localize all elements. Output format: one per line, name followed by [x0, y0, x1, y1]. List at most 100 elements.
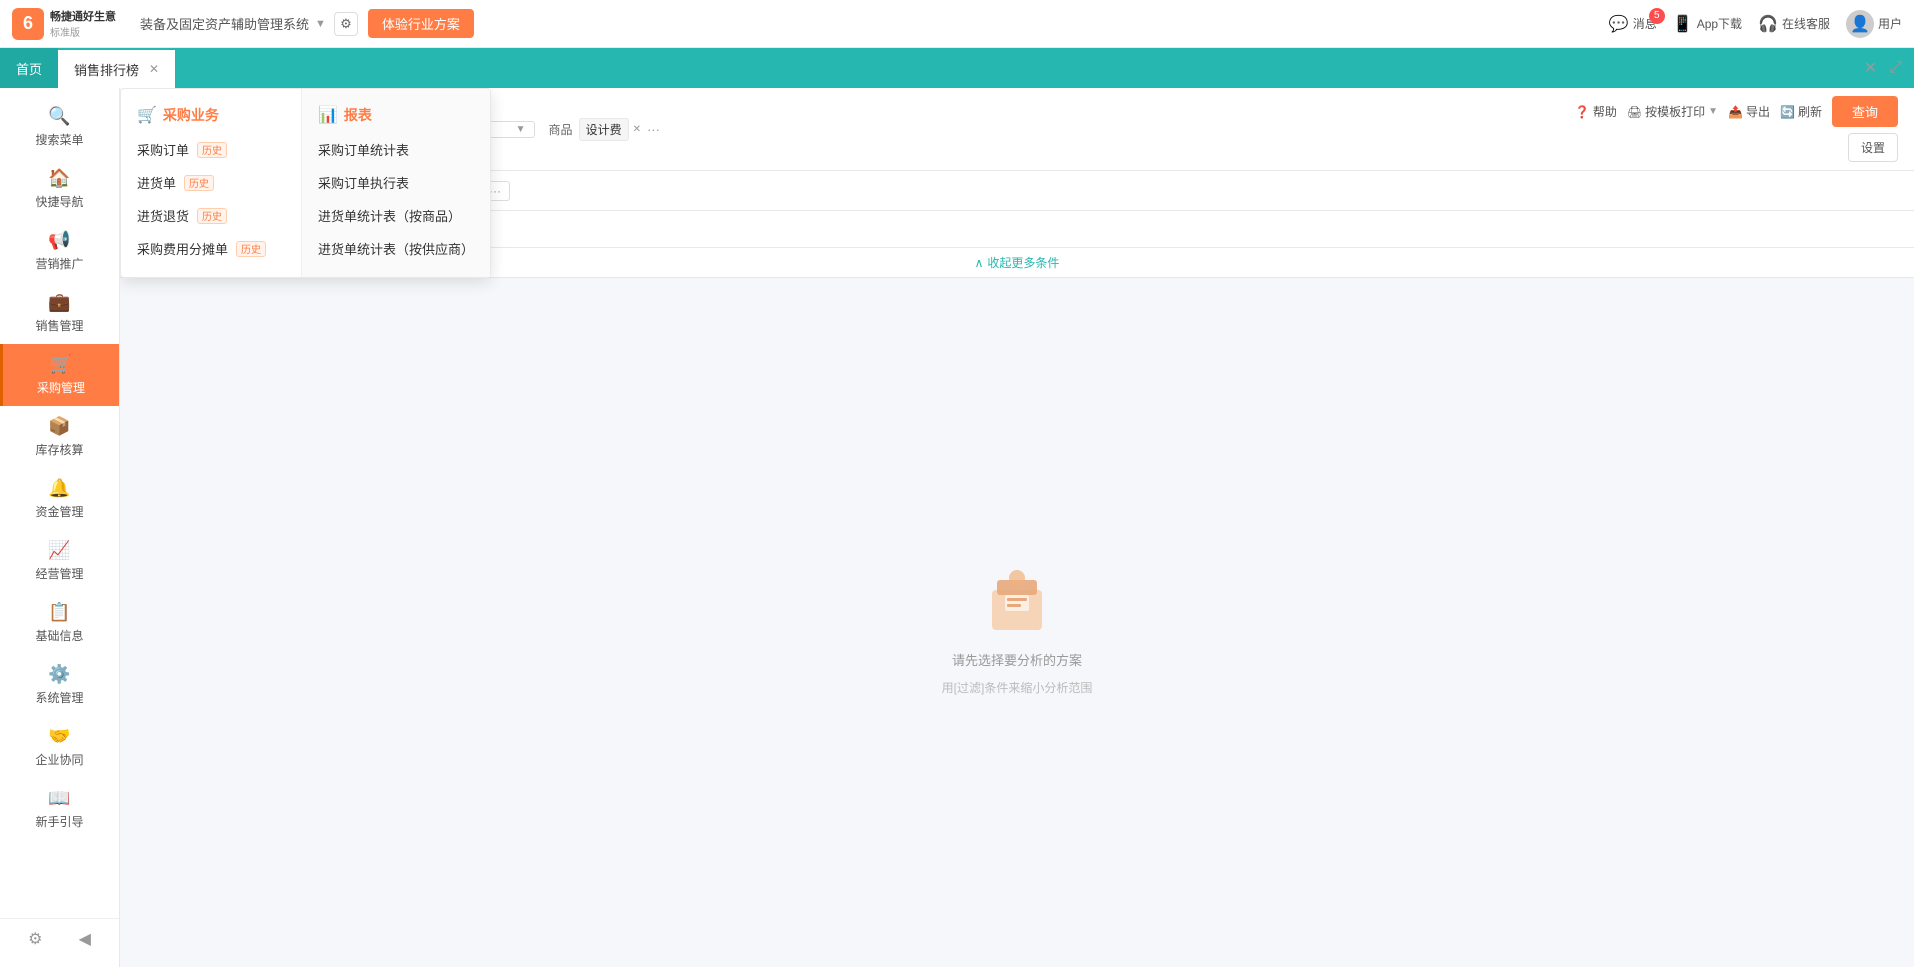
basic-icon: 📋: [48, 602, 70, 623]
close-window-button[interactable]: ✕: [1860, 58, 1881, 78]
status-dropdown-icon: ▼: [516, 124, 526, 135]
app-download-button[interactable]: 📱 App下载: [1673, 14, 1742, 34]
tab-home[interactable]: 首页: [0, 48, 58, 88]
logo-icon: 6: [12, 8, 44, 40]
help-icon: ❓: [1575, 105, 1590, 119]
system-title: 装备及固定资产辅助管理系统 ▼: [140, 14, 326, 33]
history-badge-1: 历史: [184, 175, 214, 191]
export-icon: 📤: [1728, 105, 1743, 119]
top-header: 6 畅捷通好生意 标准版 装备及固定资产辅助管理系统 ▼ ⚙ 体验行业方案 💬 …: [0, 0, 1914, 48]
tab-bar: 首页 销售排行榜 ✕ ✕ ⤢: [0, 48, 1914, 88]
sales-icon: 💼: [48, 292, 70, 313]
user-menu-button[interactable]: 👤 用户: [1846, 10, 1902, 38]
empty-illustration: [967, 560, 1067, 640]
sidebar-bottom: ⚙ ◀: [0, 918, 119, 959]
empty-hint1: 请先选择要分析的方案: [952, 650, 1082, 669]
phone-icon: 📱: [1673, 14, 1693, 34]
inventory-icon: 📦: [48, 416, 70, 437]
history-badge-2: 历史: [197, 208, 227, 224]
tab-close-icon[interactable]: ✕: [149, 62, 159, 76]
settings-gear-button[interactable]: ⚙: [334, 12, 358, 36]
sidebar-item-sales[interactable]: 💼 销售管理: [0, 282, 119, 344]
system-title-text: 装备及固定资产辅助管理系统: [140, 14, 309, 33]
header-right: 💬 消息 5 📱 App下载 🎧 在线客服 👤 用户: [1609, 10, 1902, 38]
system-icon: ⚙️: [48, 664, 70, 685]
industry-solution-button[interactable]: 体验行业方案: [368, 9, 474, 38]
sidebar-item-quick-nav[interactable]: 🏠 快捷导航: [0, 158, 119, 220]
history-badge-3: 历史: [236, 241, 266, 257]
avatar: 👤: [1846, 10, 1874, 38]
collapse-label: 收起更多条件: [987, 254, 1059, 271]
empty-hint2: 用[过滤]条件来缩小分析范围: [942, 679, 1093, 696]
online-service-button[interactable]: 🎧 在线客服: [1758, 14, 1830, 34]
query-button[interactable]: 查询: [1832, 96, 1898, 127]
export-button[interactable]: 📤 导出: [1728, 103, 1770, 120]
enterprise-icon: 🤝: [48, 726, 70, 747]
goods-filter-area: 设计费 ✕: [579, 118, 641, 141]
logo-area: 6 畅捷通好生意 标准版: [12, 8, 132, 40]
goods-tag-close[interactable]: ✕: [633, 124, 641, 135]
search-icon: 🔍: [48, 106, 70, 127]
maximize-window-button[interactable]: ⤢: [1885, 59, 1906, 77]
dropdown-purchase-menu: 🛒 采购业务 采购订单 历史 进货单 历史 进货退货 历史 采购费用分摊单: [120, 88, 491, 278]
goods-tag: 设计费: [579, 118, 629, 141]
sidebar-item-search[interactable]: 🔍 搜索菜单: [0, 96, 119, 158]
goods-label: 商品: [549, 121, 573, 138]
dropdown-item-goods-receipt[interactable]: 进货单 历史: [121, 166, 301, 199]
refresh-button[interactable]: 🔄 刷新: [1780, 103, 1822, 120]
tab-sales-rank[interactable]: 销售排行榜 ✕: [58, 48, 175, 88]
help-button[interactable]: ❓ 帮助: [1575, 103, 1617, 120]
message-button[interactable]: 💬 消息 5: [1609, 14, 1657, 34]
dropdown-item-purchase-order[interactable]: 采购订单 历史: [121, 133, 301, 166]
history-badge-0: 历史: [197, 142, 227, 158]
sidebar-item-enterprise[interactable]: 🤝 企业协同: [0, 716, 119, 778]
dropdown-item-receipt-by-supplier[interactable]: 进货单统计表（按供应商）: [302, 232, 490, 265]
purchase-menu-icon: 🛒: [137, 105, 157, 125]
operations-icon: 📈: [48, 540, 70, 561]
guide-icon: 📖: [48, 788, 70, 809]
sidebar-item-system[interactable]: ⚙️ 系统管理: [0, 654, 119, 716]
sidebar-settings-button[interactable]: ⚙: [28, 929, 42, 949]
empty-state: 请先选择要分析的方案 用[过滤]条件来缩小分析范围: [120, 278, 1914, 967]
refresh-icon: 🔄: [1780, 105, 1795, 119]
logo-text: 畅捷通好生意 标准版: [50, 8, 116, 39]
content-area: 🛒 采购业务 采购订单 历史 进货单 历史 进货退货 历史 采购费用分摊单: [120, 88, 1914, 967]
collapse-icon: ∧: [975, 256, 984, 270]
finance-icon: 🔔: [48, 478, 70, 499]
dropdown-report: 📊 报表 采购订单统计表 采购订单执行表 进货单统计表（按商品） 进货单统计表（…: [301, 89, 490, 277]
report-menu-icon: 📊: [318, 105, 338, 125]
dropdown-purchase-business: 🛒 采购业务 采购订单 历史 进货单 历史 进货退货 历史 采购费用分摊单: [121, 89, 301, 277]
message-badge: 5: [1649, 8, 1665, 24]
sidebar-item-guide[interactable]: 📖 新手引导: [0, 778, 119, 840]
sidebar: 🔍 搜索菜单 🏠 快捷导航 📢 营销推广 💼 销售管理 🛒 采购管理 📦 库存核…: [0, 88, 120, 967]
sidebar-item-finance[interactable]: 🔔 资金管理: [0, 468, 119, 530]
sidebar-item-purchase[interactable]: 🛒 采购管理: [0, 344, 119, 406]
sidebar-item-marketing[interactable]: 📢 营销推广: [0, 220, 119, 282]
home-icon: 🏠: [48, 168, 70, 189]
main-layout: 🔍 搜索菜单 🏠 快捷导航 📢 营销推广 💼 销售管理 🛒 采购管理 📦 库存核…: [0, 88, 1914, 967]
message-icon: 💬: [1609, 14, 1629, 34]
window-controls: ✕ ⤢: [1860, 58, 1914, 78]
sidebar-item-basic[interactable]: 📋 基础信息: [0, 592, 119, 654]
print-button[interactable]: 🖨 按模板打印 ▼: [1627, 103, 1718, 120]
dropdown-item-receipt-by-goods[interactable]: 进货单统计表（按商品）: [302, 199, 490, 232]
dropdown-purchase-header: 🛒 采购业务: [121, 101, 301, 133]
print-icon: 🖨: [1627, 105, 1642, 119]
dropdown-item-goods-return[interactable]: 进货退货 历史: [121, 199, 301, 232]
dropdown-report-header: 📊 报表: [302, 101, 490, 133]
print-dropdown-icon: ▼: [1708, 106, 1718, 117]
sidebar-item-operations[interactable]: 📈 经营管理: [0, 530, 119, 592]
setting-button[interactable]: 设置: [1848, 133, 1898, 162]
marketing-icon: 📢: [48, 230, 70, 251]
dropdown-item-purchase-expense[interactable]: 采购费用分摊单 历史: [121, 232, 301, 265]
dropdown-item-po-summary[interactable]: 采购订单统计表: [302, 133, 490, 166]
dropdown-item-po-exec[interactable]: 采购订单执行表: [302, 166, 490, 199]
headset-icon: 🎧: [1758, 14, 1778, 34]
top-actions-row: ❓ 帮助 🖨 按模板打印 ▼ 📤 导出 🔄 刷新: [1575, 96, 1898, 127]
purchase-icon: 🛒: [50, 354, 72, 375]
goods-more-dots[interactable]: ···: [647, 122, 660, 137]
dropdown-arrow-icon[interactable]: ▼: [315, 18, 326, 30]
sidebar-item-inventory[interactable]: 📦 库存核算: [0, 406, 119, 468]
query-actions: ❓ 帮助 🖨 按模板打印 ▼ 📤 导出 🔄 刷新: [1575, 96, 1898, 162]
sidebar-collapse-button[interactable]: ◀: [79, 929, 91, 949]
